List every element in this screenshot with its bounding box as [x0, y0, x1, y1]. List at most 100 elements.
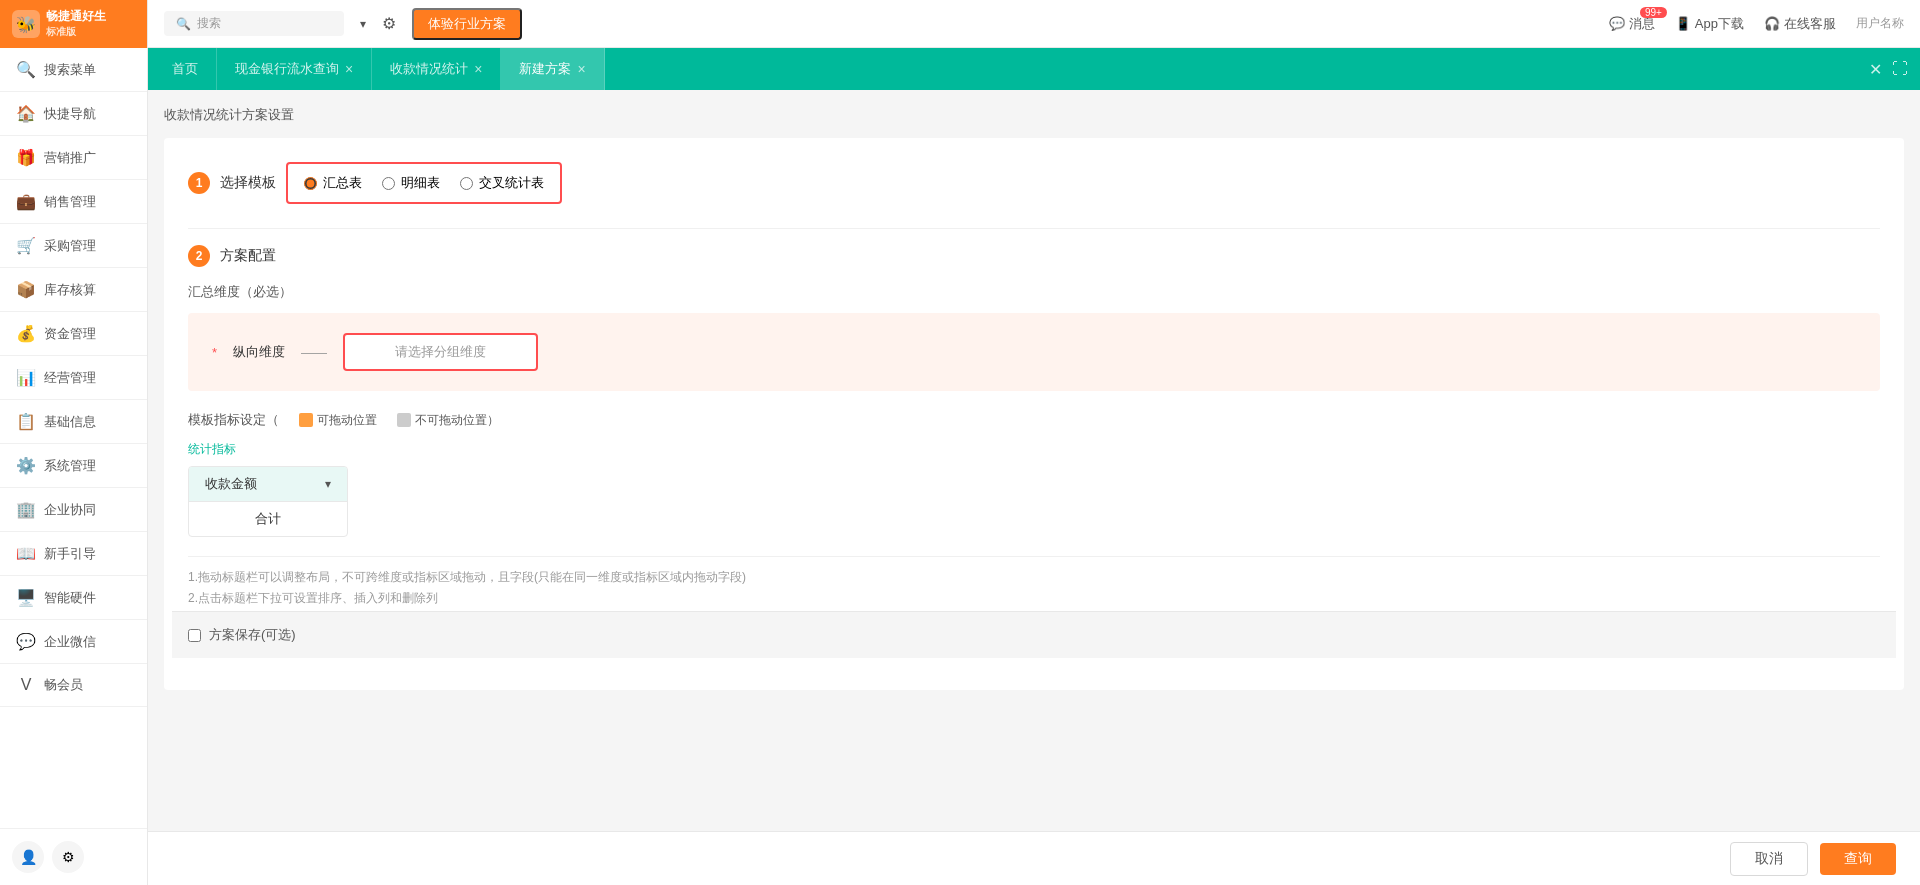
tab-expand-icon[interactable]: ⛶ [1892, 60, 1908, 78]
section-template: 1 选择模板 汇总表 明细表 [188, 162, 1880, 204]
tab-close-bank-flow[interactable]: × [345, 62, 353, 76]
radio-detail[interactable]: 明细表 [382, 174, 440, 192]
search-icon: 🔍 [176, 17, 191, 31]
home-icon: 🏠 [16, 104, 36, 123]
sidebar-item-search-menu[interactable]: 🔍 搜索菜单 [0, 48, 147, 92]
gear-icon: ⚙️ [16, 456, 36, 475]
user-name[interactable]: 用户名称 [1856, 15, 1904, 32]
sidebar-settings[interactable]: ⚙ [52, 841, 84, 873]
service-icon: 🎧 [1764, 16, 1780, 31]
enterprise-icon: 🏢 [16, 500, 36, 519]
sidebar-item-enterprise[interactable]: 🏢 企业协同 [0, 488, 147, 532]
tab-close-icon[interactable]: ✕ [1869, 60, 1882, 79]
dimension-selector[interactable]: 请选择分组维度 [343, 333, 538, 371]
sales-icon: 💼 [16, 192, 36, 211]
query-button[interactable]: 查询 [1820, 843, 1896, 875]
operations-icon: 📊 [16, 368, 36, 387]
radio-cross[interactable]: 交叉统计表 [460, 174, 544, 192]
sidebar-bottom: 👤 ⚙ [0, 828, 147, 885]
sidebar-avatar[interactable]: 👤 [12, 841, 44, 873]
movable-tag: 可拖动位置 [299, 412, 377, 429]
main-area: 🔍 搜索 ▾ ⚙ 体验行业方案 💬 消息 99+ 📱 App下载 🎧 在线客服 … [148, 0, 1920, 885]
dimension-area: * 纵向维度 —— 请选择分组维度 [188, 313, 1880, 391]
message-icon: 💬 [1609, 16, 1625, 31]
sidebar-item-basic-info[interactable]: 📋 基础信息 [0, 400, 147, 444]
movable-dot [299, 413, 313, 427]
member-icon: V [16, 676, 36, 694]
tab-home[interactable]: 首页 [148, 48, 217, 90]
download-icon: 📱 [1675, 16, 1691, 31]
service-button[interactable]: 🎧 在线客服 [1764, 15, 1836, 33]
inventory-icon: 📦 [16, 280, 36, 299]
sidebar-item-marketing[interactable]: 🎁 营销推广 [0, 136, 147, 180]
section2-number: 2 [188, 245, 210, 267]
section1-number: 1 [188, 172, 210, 194]
tips-section: 1.拖动标题栏可以调整布局，不可跨维度或指标区域拖动，且字段(只能在同一维度或指… [188, 556, 1880, 607]
sidebar-item-finance[interactable]: 💰 资金管理 [0, 312, 147, 356]
topbar-right: 💬 消息 99+ 📱 App下载 🎧 在线客服 用户名称 [1609, 15, 1904, 33]
tab-close-receipt-stats[interactable]: × [474, 62, 482, 76]
info-icon: 📋 [16, 412, 36, 431]
section1-title: 选择模板 [220, 174, 276, 192]
app-download-button[interactable]: 📱 App下载 [1675, 15, 1744, 33]
section-config: 2 方案配置 汇总维度（必选） * 纵向维度 —— 请选择分组维度 模板指标设定… [188, 245, 1880, 658]
footer: 取消 查询 [148, 831, 1920, 885]
radio-summary[interactable]: 汇总表 [304, 174, 362, 192]
sidebar-item-hardware[interactable]: 🖥️ 智能硬件 [0, 576, 147, 620]
cancel-button[interactable]: 取消 [1730, 842, 1808, 876]
save-checkbox[interactable] [188, 629, 201, 642]
sidebar-item-wechat[interactable]: 💬 企业微信 [0, 620, 147, 664]
search-icon: 🔍 [16, 60, 36, 79]
section1-header: 1 选择模板 汇总表 明细表 [188, 162, 1880, 204]
topbar: 🔍 搜索 ▾ ⚙ 体验行业方案 💬 消息 99+ 📱 App下载 🎧 在线客服 … [148, 0, 1920, 48]
message-button[interactable]: 💬 消息 99+ [1609, 15, 1655, 33]
tab-bank-flow[interactable]: 现金银行流水查询 × [217, 48, 372, 90]
dimension-config-label: 汇总维度（必选） [188, 283, 1880, 301]
stat-indicator-label: 统计指标 [188, 441, 1880, 458]
sidebar-item-inventory[interactable]: 📦 库存核算 [0, 268, 147, 312]
template-radio-group: 汇总表 明细表 交叉统计表 [304, 174, 544, 192]
unmovable-tag: 不可拖动位置） [397, 412, 499, 429]
topbar-gear-icon[interactable]: ⚙ [382, 14, 396, 33]
sidebar-item-system[interactable]: ⚙️ 系统管理 [0, 444, 147, 488]
metrics-header[interactable]: 收款金额 ▾ [189, 467, 347, 502]
unmovable-dot [397, 413, 411, 427]
logo-text: 畅捷通好生 标准版 [46, 9, 106, 39]
finance-icon: 💰 [16, 324, 36, 343]
purchase-icon: 🛒 [16, 236, 36, 255]
wechat-icon: 💬 [16, 632, 36, 651]
section-divider [188, 228, 1880, 229]
save-option: 方案保存(可选) [172, 611, 1896, 658]
trial-button[interactable]: 体验行业方案 [412, 8, 522, 40]
hardware-icon: 🖥️ [16, 588, 36, 607]
tab-receipt-stats[interactable]: 收款情况统计 × [372, 48, 501, 90]
dimension-row: * 纵向维度 —— 请选择分组维度 [212, 333, 1856, 371]
dimension-required-mark: * [212, 345, 217, 360]
sidebar-item-operations[interactable]: 📊 经营管理 [0, 356, 147, 400]
sidebar-item-member[interactable]: V 畅会员 [0, 664, 147, 707]
search-bar[interactable]: 🔍 搜索 [164, 11, 344, 36]
sidebar-logo: 🐝 畅捷通好生 标准版 [0, 0, 147, 48]
tab-new-plan[interactable]: 新建方案 × [501, 48, 604, 90]
sidebar-item-sales[interactable]: 💼 销售管理 [0, 180, 147, 224]
save-label: 方案保存(可选) [209, 626, 296, 644]
tip-2: 2.点击标题栏下拉可设置排序、插入列和删除列 [188, 590, 1880, 607]
metrics-table: 收款金额 ▾ 合计 [188, 466, 348, 537]
metrics-header-dropdown-icon[interactable]: ▾ [325, 477, 331, 491]
section2-header: 2 方案配置 [188, 245, 1880, 267]
sidebar-item-quick-nav[interactable]: 🏠 快捷导航 [0, 92, 147, 136]
sidebar-item-guide[interactable]: 📖 新手引导 [0, 532, 147, 576]
logo-icon: 🐝 [12, 10, 40, 38]
tab-close-new-plan[interactable]: × [577, 62, 585, 76]
tabbar-right: ✕ ⛶ [1857, 48, 1920, 90]
vertical-dimension-label: 纵向维度 [233, 343, 285, 361]
gift-icon: 🎁 [16, 148, 36, 167]
topbar-dropdown[interactable]: ▾ [360, 17, 366, 31]
tabbar: 首页 现金银行流水查询 × 收款情况统计 × 新建方案 × ✕ ⛶ [148, 48, 1920, 90]
content-area: 收款情况统计方案设置 1 选择模板 汇总表 [148, 90, 1920, 831]
sidebar-item-purchase[interactable]: 🛒 采购管理 [0, 224, 147, 268]
metrics-label: 模板指标设定（ 可拖动位置 不可拖动位置） [188, 411, 1880, 429]
tip-1: 1.拖动标题栏可以调整布局，不可跨维度或指标区域拖动，且字段(只能在同一维度或指… [188, 569, 1880, 586]
sidebar: 🐝 畅捷通好生 标准版 🔍 搜索菜单 🏠 快捷导航 🎁 营销推广 💼 销售管理 … [0, 0, 148, 885]
dimension-arrow: —— [301, 345, 327, 360]
